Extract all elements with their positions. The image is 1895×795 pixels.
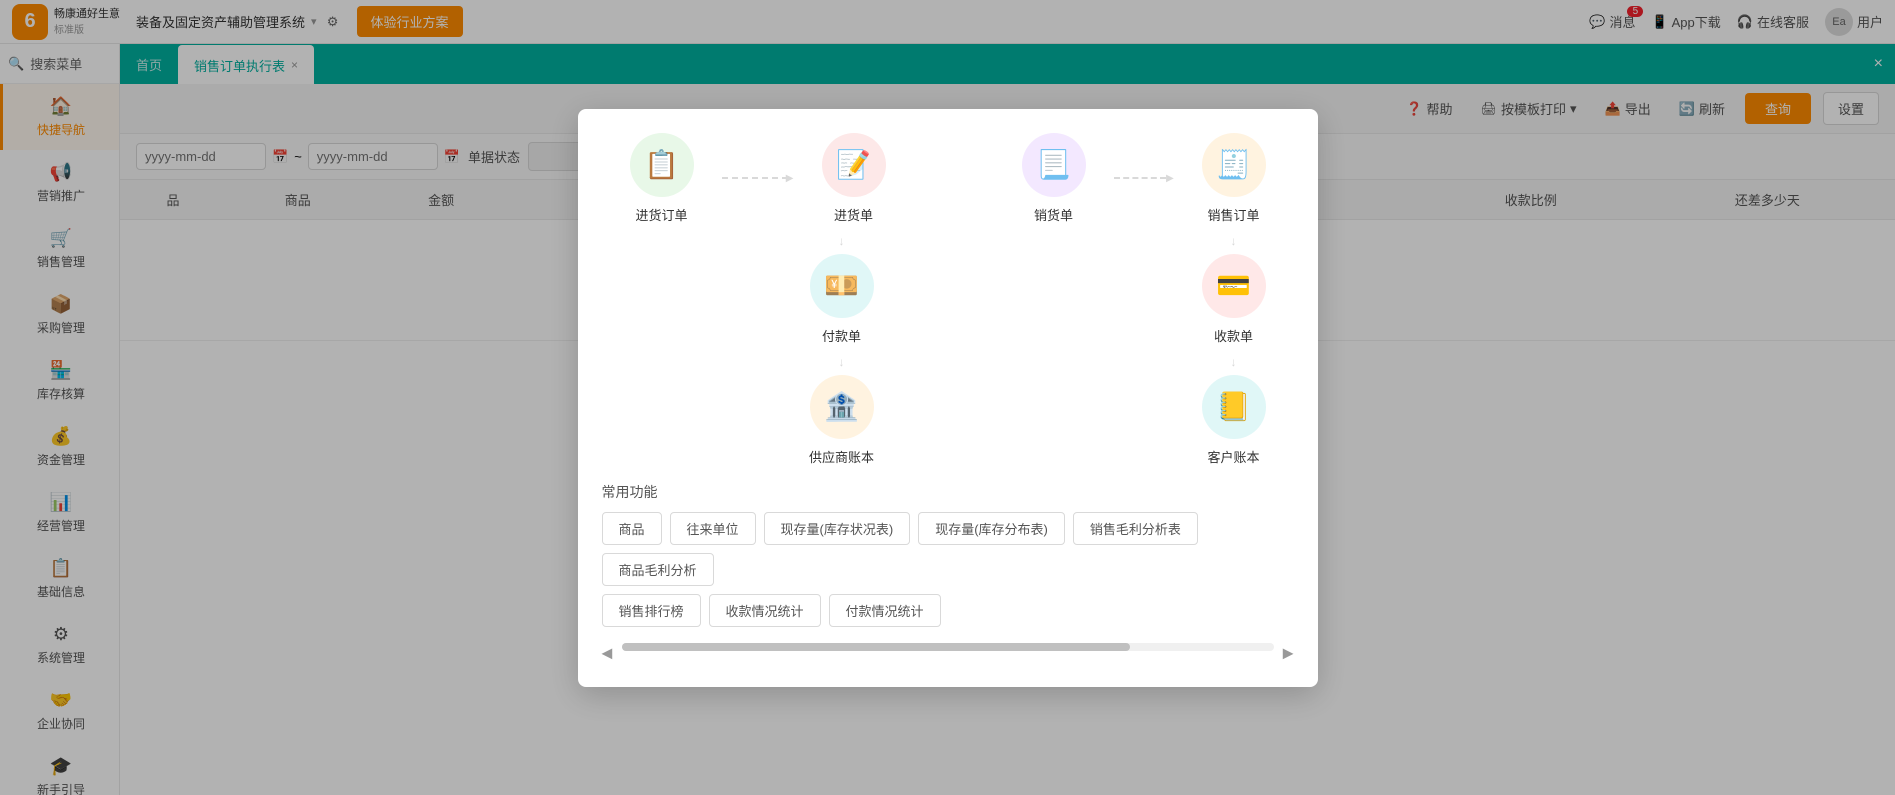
func-btn-stock-dist[interactable]: 现存量(库存分布表) (918, 512, 1065, 545)
modal-scrollbar-area: ◀ ▶ (602, 643, 1294, 663)
func-btn-stock-status[interactable]: 现存量(库存状况表) (764, 512, 911, 545)
func-btn-receipt-stat[interactable]: 收款情况统计 (709, 594, 821, 627)
flow-row-3: 🏦 供应商账本 📒 客户账本 (602, 375, 1294, 466)
sales-order-icon: 🧾 (1202, 133, 1266, 197)
node-purchase-order[interactable]: 📋 进货订单 (602, 133, 722, 224)
supplier-ledger-icon: 🏦 (810, 375, 874, 439)
scroll-right-icon[interactable]: ▶ (1283, 644, 1294, 661)
common-functions-title: 常用功能 (602, 482, 1294, 502)
flow-row-1: 📋 进货订单 📝 进货单 📃 销货单 ◀ 🧾 销售订单 (602, 133, 1294, 224)
func-btn-counterparty[interactable]: 往来单位 (670, 512, 756, 545)
node-customer-ledger[interactable]: 📒 客户账本 (1174, 375, 1294, 466)
sales-bill-icon: 📃 (1022, 133, 1086, 197)
func-btn-product-gross[interactable]: 商品毛利分析 (602, 553, 714, 586)
flow-down-arrows-row: ↓ ↓ (602, 232, 1294, 250)
customer-ledger-icon: 📒 (1202, 375, 1266, 439)
payment-icon: 💴 (810, 254, 874, 318)
function-buttons-row2: 销售排行榜 收款情况统计 付款情况统计 (602, 594, 1294, 627)
func-btn-product[interactable]: 商品 (602, 512, 662, 545)
scrollbar-track[interactable] (622, 643, 1274, 651)
down-arrow-purchase: ↓ (782, 234, 902, 248)
function-buttons: 商品 往来单位 现存量(库存状况表) 现存量(库存分布表) 销售毛利分析表 商品… (602, 512, 1294, 586)
scrollbar-thumb (622, 643, 1131, 651)
node-payment[interactable]: 💴 付款单 (782, 254, 902, 345)
flow-modal: 📋 进货订单 📝 进货单 📃 销货单 ◀ 🧾 销售订单 (578, 109, 1318, 687)
node-sales-order[interactable]: 🧾 销售订单 (1174, 133, 1294, 224)
flow-down-arrows-row-2: ↓ ↓ (602, 353, 1294, 371)
down-arrow-payment: ↓ (782, 355, 902, 369)
node-sales-bill[interactable]: 📃 销货单 (994, 133, 1114, 224)
node-receipt[interactable]: 💳 收款单 (1174, 254, 1294, 345)
flow-row-2: 💴 付款单 💳 收款单 (602, 254, 1294, 345)
down-arrow-receipt: ↓ (1174, 355, 1294, 369)
func-btn-sales-rank[interactable]: 销售排行榜 (602, 594, 701, 627)
node-supplier-ledger[interactable]: 🏦 供应商账本 (782, 375, 902, 466)
purchase-order-icon: 📋 (630, 133, 694, 197)
down-arrow-sales: ↓ (1174, 234, 1294, 248)
modal-overlay[interactable]: 📋 进货订单 📝 进货单 📃 销货单 ◀ 🧾 销售订单 (0, 0, 1895, 795)
scroll-left-icon[interactable]: ◀ (602, 644, 613, 661)
node-purchase-bill[interactable]: 📝 进货单 (794, 133, 914, 224)
purchase-bill-icon: 📝 (822, 133, 886, 197)
common-functions-section: 常用功能 商品 往来单位 现存量(库存状况表) 现存量(库存分布表) 销售毛利分… (602, 482, 1294, 627)
receipt-icon: 💳 (1202, 254, 1266, 318)
arrow-purchase-order-to-bill (722, 173, 794, 184)
func-btn-payment-stat[interactable]: 付款情况统计 (829, 594, 941, 627)
func-btn-sales-gross[interactable]: 销售毛利分析表 (1073, 512, 1198, 545)
